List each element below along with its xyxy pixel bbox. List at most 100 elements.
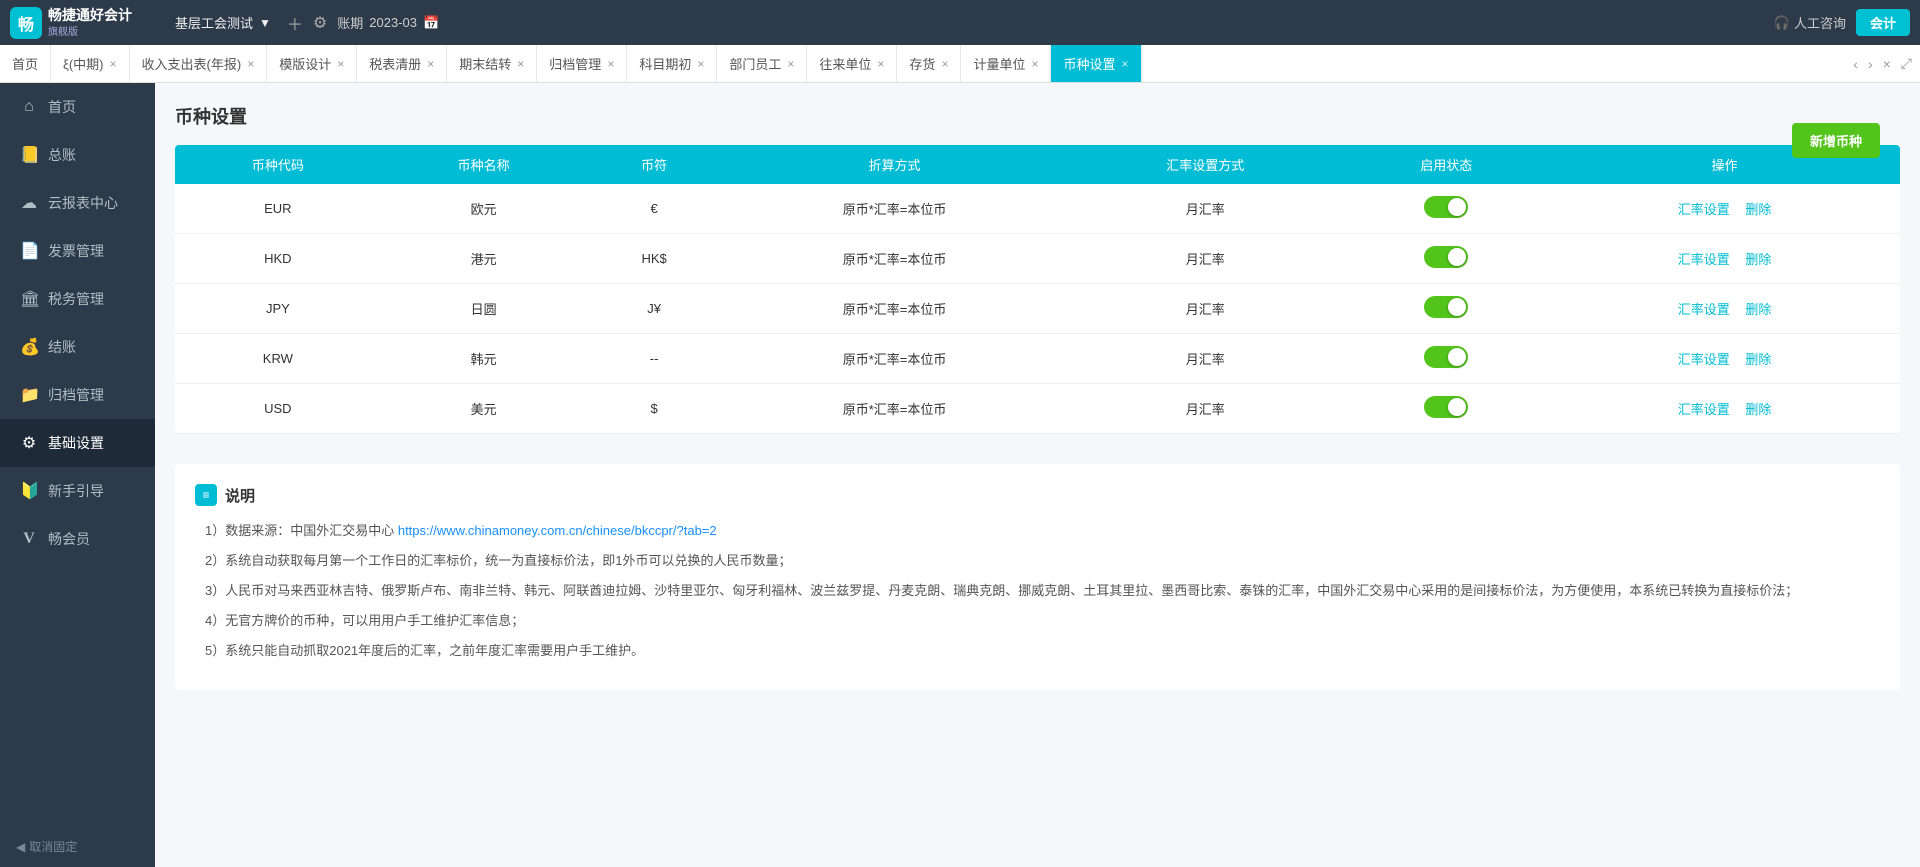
sidebar-item-guide-label: 新手引导 [48,481,104,501]
new-currency-button[interactable]: 新增币种 [1792,123,1880,158]
sidebar-item-basic[interactable]: ⚙ 基础设置 [0,419,155,467]
tab-template[interactable]: 模版设计 × [267,45,357,82]
sidebar-item-checkout[interactable]: 💰 结账 [0,323,155,371]
toggle-3[interactable] [1424,346,1468,368]
currency-table: 币种代码 币种名称 币符 折算方式 汇率设置方式 启用状态 操作 EUR 欧元 … [175,145,1900,434]
col-header-name: 币种名称 [381,145,587,184]
toggle-4[interactable] [1424,396,1468,418]
sidebar-item-ledger[interactable]: 📒 总账 [0,131,155,179]
tab-period-close-x[interactable]: × [517,57,524,71]
tab-annual[interactable]: 收入支出表(年报) × [130,45,268,82]
col-header-code: 币种代码 [175,145,381,184]
tab-currency[interactable]: 币种设置 × [1051,45,1141,82]
tab-home[interactable]: 首页 [0,45,51,82]
tab-contacts-label: 往来单位 [819,54,871,73]
rate-setting-link-2[interactable]: 汇率设置 [1678,302,1730,317]
tab-inventory-close[interactable]: × [941,57,948,71]
delete-link-4[interactable]: 删除 [1745,402,1771,417]
tab-nav-buttons: ‹ › × ⤢ [1845,45,1920,82]
add-tab-button[interactable]: ＋ [287,11,303,35]
tab-bar: 首页 ξ(中期) × 收入支出表(年报) × 模版设计 × 税表清册 × 期末结… [0,45,1920,83]
table-row: USD 美元 $ 原币*汇率=本位币 月汇率 汇率设置 删除 [175,384,1900,434]
tab-template-close[interactable]: × [337,57,344,71]
desc-item-2: 3）人民币对马来西亚林吉特、俄罗斯卢布、南非兰特、韩元、阿联酋迪拉姆、沙特里亚尔… [205,580,1880,602]
delete-link-0[interactable]: 删除 [1745,202,1771,217]
headset-icon: 🎧 [1774,15,1790,31]
sidebar-collapse[interactable]: ◀ 取消固定 [0,826,155,867]
sidebar-item-tax[interactable]: 🏛 税务管理 [0,275,155,323]
sidebar-item-invoice-label: 发票管理 [48,241,104,261]
tab-unit[interactable]: 计量单位 × [961,45,1051,82]
toggle-1[interactable] [1424,246,1468,268]
tab-midterm[interactable]: ξ(中期) × [51,45,130,82]
cell-status-4 [1343,384,1549,434]
tab-archive[interactable]: 归档管理 × [537,45,627,82]
tab-archive-close[interactable]: × [607,57,614,71]
table-row: HKD 港元 HK$ 原币*汇率=本位币 月汇率 汇率设置 删除 [175,234,1900,284]
tax-icon: 🏛 [20,289,38,309]
page-title: 币种设置 [175,103,1900,129]
rate-setting-link-3[interactable]: 汇率设置 [1678,352,1730,367]
delete-link-2[interactable]: 删除 [1745,302,1771,317]
sidebar-item-archive-label: 归档管理 [48,385,104,405]
tab-prev-button[interactable]: ‹ [1849,54,1862,74]
tab-period-close-label: 期末结转 [459,54,511,73]
tab-period-close[interactable]: 期末结转 × [447,45,537,82]
cell-ratetype-2: 月汇率 [1067,284,1343,334]
account-button[interactable]: 会计 [1856,9,1910,36]
sidebar-item-archive[interactable]: 📁 归档管理 [0,371,155,419]
delete-link-1[interactable]: 删除 [1745,252,1771,267]
tab-next-button[interactable]: › [1864,54,1877,74]
rate-setting-link-1[interactable]: 汇率设置 [1678,252,1730,267]
toggle-0[interactable] [1424,196,1468,218]
tab-department-close[interactable]: × [787,57,794,71]
toggle-2[interactable] [1424,296,1468,318]
sidebar-item-reports[interactable]: ☁ 云报表中心 [0,179,155,227]
cloud-icon: ☁ [20,193,38,213]
tab-midterm-close[interactable]: × [110,57,117,71]
rate-setting-link-4[interactable]: 汇率设置 [1678,402,1730,417]
cell-symbol-1: HK$ [586,234,721,284]
desc-item-0: 1）数据来源：中国外汇交易中心 https://www.chinamoney.c… [205,520,1880,542]
tab-annual-close[interactable]: × [247,57,254,71]
sidebar-item-ledger-label: 总账 [48,145,76,165]
table-row: JPY 日圆 J¥ 原币*汇率=本位币 月汇率 汇率设置 删除 [175,284,1900,334]
desc-list: 1）数据来源：中国外汇交易中心 https://www.chinamoney.c… [195,520,1880,662]
delete-link-3[interactable]: 删除 [1745,352,1771,367]
help-button[interactable]: 🎧 人工咨询 [1774,13,1846,32]
settings-icon[interactable]: ⚙ [313,13,327,33]
tab-taxform[interactable]: 税表清册 × [357,45,447,82]
cell-ratetype-0: 月汇率 [1067,184,1343,234]
tab-contacts[interactable]: 往来单位 × [807,45,897,82]
tab-expand-button[interactable]: ⤢ [1897,53,1916,74]
workspace-selector[interactable]: 基层工会测试 ▼ [175,13,271,32]
tab-currency-close[interactable]: × [1122,57,1129,71]
cell-symbol-4: $ [586,384,721,434]
tab-unit-close[interactable]: × [1031,57,1038,71]
tab-subject[interactable]: 科目期初 × [627,45,717,82]
sidebar-item-invoice[interactable]: 📄 发票管理 [0,227,155,275]
sidebar-item-guide[interactable]: 🔰 新手引导 [0,467,155,515]
cell-code-3: KRW [175,334,381,384]
sidebar-item-home[interactable]: ⌂ 首页 [0,83,155,131]
cell-calc-3: 原币*汇率=本位币 [722,334,1067,384]
tab-close-all-button[interactable]: × [1879,54,1895,74]
cell-actions-2: 汇率设置 删除 [1549,284,1900,334]
desc-link[interactable]: https://www.chinamoney.com.cn/chinese/bk… [398,523,717,538]
calendar-icon[interactable]: 📅 [423,15,439,31]
rate-setting-link-0[interactable]: 汇率设置 [1678,202,1730,217]
tab-inventory[interactable]: 存货 × [897,45,961,82]
desc-icon: ≡ [195,484,217,506]
tab-home-label: 首页 [12,54,38,73]
cell-symbol-0: € [586,184,721,234]
cell-status-2 [1343,284,1549,334]
sidebar-item-vip[interactable]: V 畅会员 [0,515,155,563]
tab-contacts-close[interactable]: × [877,57,884,71]
tab-department[interactable]: 部门员工 × [717,45,807,82]
cell-calc-0: 原币*汇率=本位币 [722,184,1067,234]
cell-code-1: HKD [175,234,381,284]
tab-subject-close[interactable]: × [697,57,704,71]
tab-taxform-close[interactable]: × [427,57,434,71]
home-icon: ⌂ [20,98,38,116]
content-area: 币种设置 新增币种 币种代码 币种名称 币符 折算方式 汇率设置方式 启用状态 … [155,83,1920,867]
